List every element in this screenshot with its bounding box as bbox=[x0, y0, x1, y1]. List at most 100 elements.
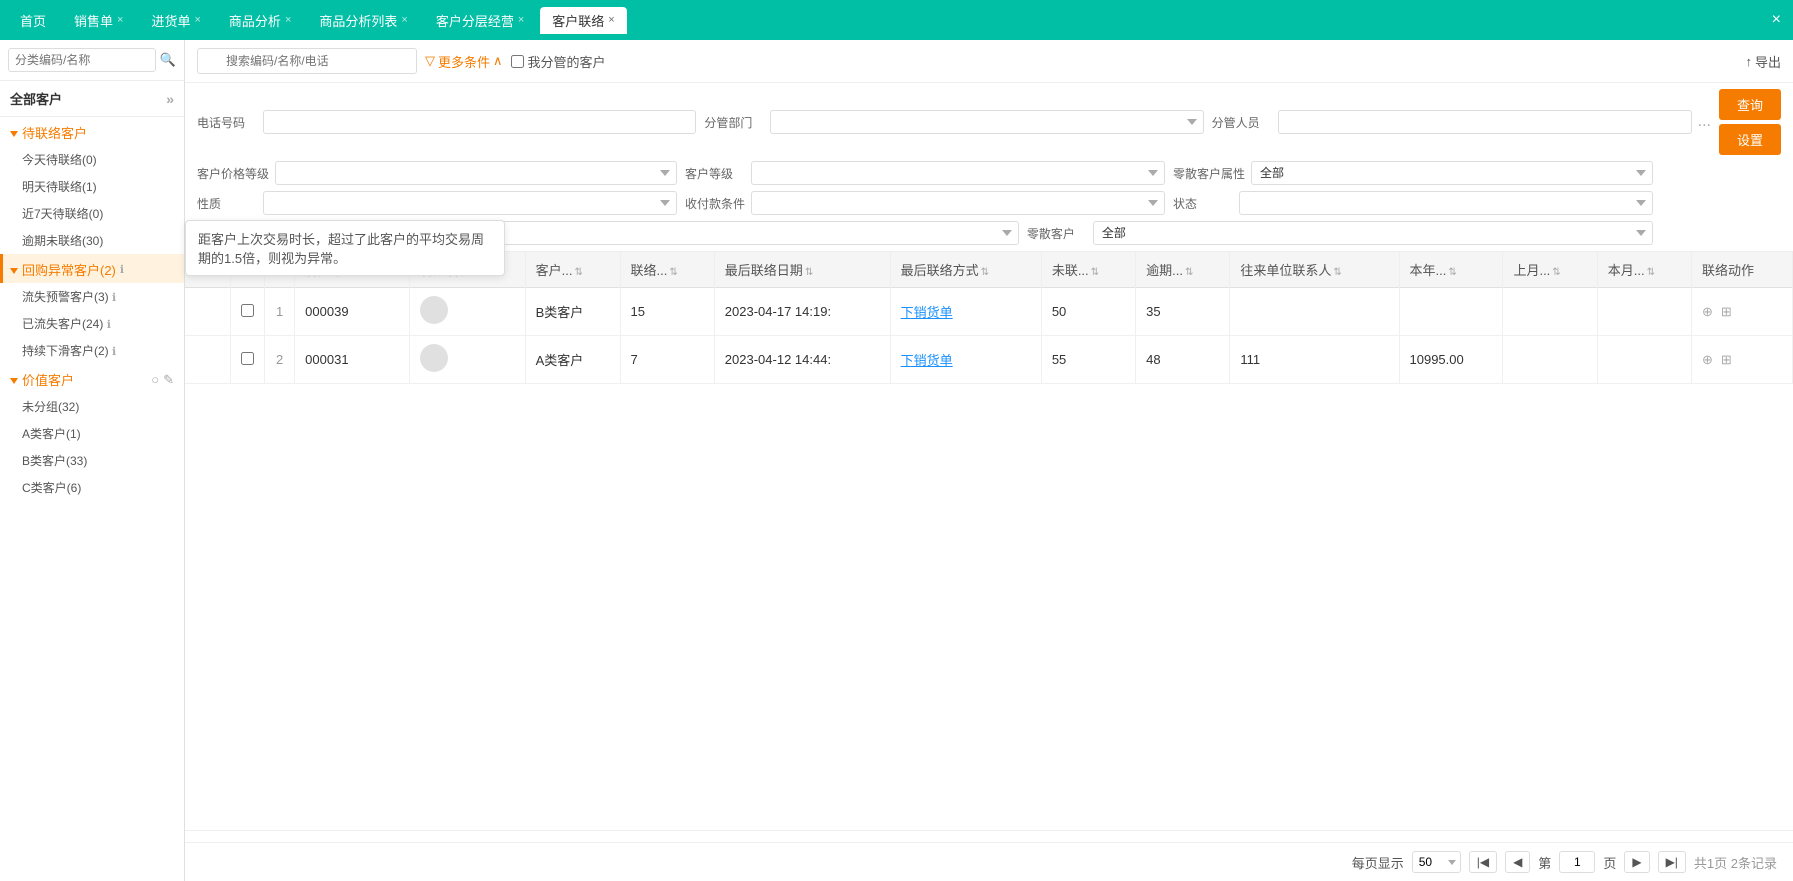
nav-tab-purchase[interactable]: 进货单 × bbox=[139, 7, 212, 34]
filter-phone: 电话号码 bbox=[197, 110, 696, 134]
sidebar-item-class-c[interactable]: C类客户(6) bbox=[0, 474, 184, 501]
sidebar-item-7days[interactable]: 近7天待联络(0) bbox=[0, 200, 184, 227]
sidebar-item-ungrouped[interactable]: 未分组(32) bbox=[0, 393, 184, 420]
filter-bar-top: 🔍 ▽ 更多条件 ∧ 我分管的客户 ↑ 导出 bbox=[185, 40, 1793, 83]
query-btn[interactable]: 查询 bbox=[1719, 89, 1781, 120]
row1-link-icon[interactable]: ⊕ bbox=[1702, 304, 1713, 320]
filter-dept-select[interactable] bbox=[770, 110, 1203, 134]
page-label: 第 bbox=[1538, 853, 1551, 872]
filter-person-input[interactable] bbox=[1278, 110, 1692, 134]
row2-last-method: 下销货单 bbox=[890, 336, 1041, 384]
sort-method-icon[interactable]: ⇅ bbox=[981, 267, 989, 278]
sort-this-month-icon[interactable]: ⇅ bbox=[1647, 267, 1655, 278]
last-page-btn[interactable]: ▶| bbox=[1658, 851, 1686, 873]
filter-payment-select[interactable] bbox=[751, 191, 1165, 215]
sort-this-year-icon[interactable]: ⇅ bbox=[1448, 267, 1456, 278]
dots-btn[interactable]: ... bbox=[1698, 113, 1711, 131]
page-size-select[interactable]: 10 20 50 100 bbox=[1412, 851, 1461, 873]
sidebar-search-input[interactable] bbox=[8, 48, 156, 72]
sidebar-item-declining[interactable]: 持续下滑客户(2) ℹ bbox=[0, 337, 184, 364]
row1-num: 1 bbox=[265, 288, 295, 336]
filter-retail-attr-label: 零散客户属性 bbox=[1173, 165, 1245, 182]
filter-status-label: 状态 bbox=[1173, 195, 1233, 212]
col-uncontacted: 未联...⇅ bbox=[1041, 252, 1135, 288]
filter-customer-level-select[interactable] bbox=[751, 161, 1165, 185]
filter-retail-customer-select[interactable]: 全部 bbox=[1093, 221, 1653, 245]
filter-phone-input[interactable] bbox=[263, 110, 696, 134]
nav-tab-customer-contact[interactable]: 客户联络 × bbox=[540, 7, 626, 34]
nav-tab-home[interactable]: 首页 bbox=[8, 7, 58, 34]
filter-retail-attr-select[interactable]: 全部 bbox=[1251, 161, 1653, 185]
sidebar-item-churn-warning[interactable]: 流失预警客户(3) ℹ bbox=[0, 283, 184, 310]
row1-name bbox=[410, 288, 525, 336]
sidebar-all-customers[interactable]: 全部客户 » bbox=[0, 81, 184, 117]
sidebar-section-value-customers[interactable]: 价值客户 ○ ✎ bbox=[0, 364, 184, 393]
sort-class-icon[interactable]: ⇅ bbox=[574, 267, 582, 278]
row2-avatar bbox=[420, 344, 448, 372]
sort-date-icon[interactable]: ⇅ bbox=[805, 267, 813, 278]
row1-check[interactable] bbox=[241, 304, 254, 317]
filter-customer-type-select[interactable] bbox=[459, 221, 1019, 245]
filter-price-level-select[interactable] bbox=[275, 161, 677, 185]
row2-name bbox=[410, 336, 525, 384]
close-customer-tier-tab[interactable]: × bbox=[518, 14, 524, 26]
nav-tab-analysis[interactable]: 商品分析 × bbox=[217, 7, 303, 34]
chevron-down-icon2 bbox=[10, 262, 18, 277]
sidebar-item-churned[interactable]: 已流失客户(24) ℹ bbox=[0, 310, 184, 337]
row1-uncontacted: 50 bbox=[1041, 288, 1135, 336]
sidebar-section-repurchase-anomaly[interactable]: 回购异常客户(2) ℹ bbox=[0, 254, 184, 283]
search-input[interactable] bbox=[197, 48, 417, 74]
sidebar-search-area: 🔍 bbox=[0, 40, 184, 81]
row1-class: B类客户 bbox=[525, 288, 620, 336]
close-all-tabs[interactable]: × bbox=[1772, 11, 1781, 29]
sort-uncontacted-icon[interactable]: ⇅ bbox=[1091, 267, 1099, 278]
nav-tab-sales[interactable]: 销售单 × bbox=[62, 7, 135, 34]
filter-nature-select[interactable] bbox=[263, 191, 677, 215]
row2-grid-icon[interactable]: ⊞ bbox=[1721, 352, 1732, 368]
sidebar-item-class-a[interactable]: A类客户(1) bbox=[0, 420, 184, 447]
prev-page-btn[interactable]: ◀ bbox=[1505, 851, 1530, 873]
sort-contact-icon[interactable]: ⇅ bbox=[669, 267, 677, 278]
row2-link-icon[interactable]: ⊕ bbox=[1702, 352, 1713, 368]
export-btn[interactable]: ↑ 导出 bbox=[1745, 52, 1781, 71]
filter-status-select[interactable] bbox=[1239, 191, 1653, 215]
sort-partner-icon[interactable]: ⇅ bbox=[1333, 267, 1341, 278]
close-purchase-tab[interactable]: × bbox=[194, 14, 200, 26]
filter-person: 分管人员 ... bbox=[1212, 110, 1711, 134]
row1-action: ⊕ ⊞ bbox=[1692, 288, 1793, 336]
close-analysis-tab[interactable]: × bbox=[285, 14, 291, 26]
sidebar-item-today[interactable]: 今天待联络(0) bbox=[0, 146, 184, 173]
my-customers-checkbox[interactable] bbox=[511, 55, 524, 68]
row2-check[interactable] bbox=[241, 352, 254, 365]
filter-payment-label: 收付款条件 bbox=[685, 195, 745, 212]
row2-method-link[interactable]: 下销货单 bbox=[901, 353, 953, 368]
sidebar-section-pending[interactable]: 待联络客户 bbox=[0, 117, 184, 146]
close-analysis-list-tab[interactable]: × bbox=[401, 14, 407, 26]
chevron-down-icon bbox=[10, 125, 18, 140]
sidebar-search-icon[interactable]: 🔍 bbox=[160, 52, 176, 68]
row1-grid-icon[interactable]: ⊞ bbox=[1721, 304, 1732, 320]
sidebar-item-overdue[interactable]: 逾期未联络(30) bbox=[0, 227, 184, 254]
sidebar-item-tomorrow[interactable]: 明天待联络(1) bbox=[0, 173, 184, 200]
chevron-down-icon3 bbox=[10, 372, 18, 387]
row1-method-link[interactable]: 下销货单 bbox=[901, 305, 953, 320]
sidebar-collapse-btn[interactable]: » bbox=[166, 91, 174, 107]
page-input[interactable] bbox=[1559, 851, 1595, 873]
next-page-btn[interactable]: ▶ bbox=[1624, 851, 1649, 873]
sidebar-item-class-b[interactable]: B类客户(33) bbox=[0, 447, 184, 474]
first-page-btn[interactable]: |◀ bbox=[1469, 851, 1497, 873]
nav-tab-analysis-list[interactable]: 商品分析列表 × bbox=[307, 7, 419, 34]
action-buttons: 查询 设置 bbox=[1719, 89, 1781, 155]
nav-tab-customer-tier[interactable]: 客户分层经营 × bbox=[424, 7, 536, 34]
horizontal-scroll[interactable] bbox=[185, 830, 1793, 842]
more-conditions-btn[interactable]: ▽ 更多条件 ∧ bbox=[425, 52, 503, 71]
close-customer-contact-tab[interactable]: × bbox=[608, 14, 614, 26]
settings-icon[interactable]: ✎ bbox=[163, 372, 174, 388]
sort-overdue-icon[interactable]: ⇅ bbox=[1185, 267, 1193, 278]
close-sales-tab[interactable]: × bbox=[117, 14, 123, 26]
filter-customer-level-label: 客户等级 bbox=[685, 165, 745, 182]
settings-btn[interactable]: 设置 bbox=[1719, 124, 1781, 155]
row1-contact: 15 bbox=[620, 288, 714, 336]
edit-icon[interactable]: ○ bbox=[151, 372, 159, 388]
sort-last-month-icon[interactable]: ⇅ bbox=[1552, 267, 1560, 278]
